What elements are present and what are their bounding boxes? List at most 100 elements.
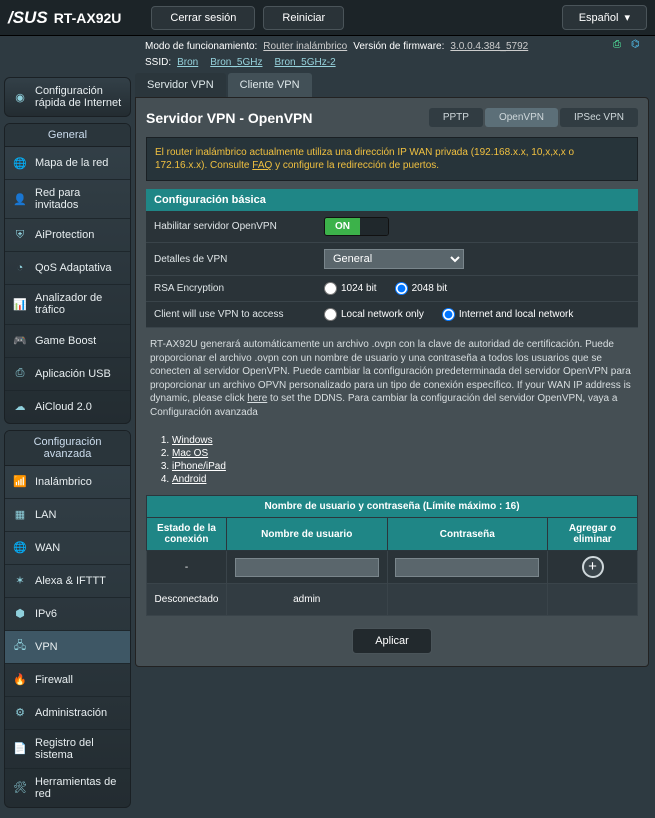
ptab-openvpn[interactable]: OpenVPN bbox=[485, 108, 558, 127]
lan-icon: ▦ bbox=[11, 506, 29, 524]
sidebar: ◉ Configuración rápida de Internet Gener… bbox=[0, 73, 135, 818]
globe-speed-icon: ◉ bbox=[11, 88, 29, 106]
person-icon: 👤 bbox=[11, 190, 29, 208]
ssid-1: Bron bbox=[177, 57, 198, 68]
log-icon: 📄 bbox=[11, 740, 29, 758]
chevron-down-icon: ▾ bbox=[624, 11, 630, 24]
reboot-button[interactable]: Reiniciar bbox=[263, 6, 344, 30]
add-user-button[interactable]: + bbox=[582, 556, 604, 578]
sidebar-item-ipv6[interactable]: ⬢IPv6 bbox=[5, 598, 130, 631]
chart-icon: 📊 bbox=[11, 295, 29, 313]
info-line-1: Modo de funcionamiento: Router inalámbri… bbox=[0, 36, 655, 56]
tab-vpn-server[interactable]: Servidor VPN bbox=[135, 73, 226, 97]
ssid-3: Bron_5GHz-2 bbox=[275, 57, 336, 68]
apply-button[interactable]: Aplicar bbox=[352, 628, 432, 654]
cloud-icon: ☁ bbox=[11, 398, 29, 416]
tools-icon: 🛠 bbox=[11, 779, 29, 797]
sidebar-head-advanced: Configuración avanzada bbox=[5, 431, 130, 466]
sidebar-item-quick-setup[interactable]: ◉ Configuración rápida de Internet bbox=[5, 78, 130, 116]
sidebar-head-general: General bbox=[5, 124, 130, 147]
col-username: Nombre de usuario bbox=[227, 518, 388, 551]
wifi-status-icon[interactable]: ⌬ bbox=[631, 39, 645, 53]
basic-config-header: Configuración básica bbox=[146, 189, 638, 211]
panel-title: Servidor VPN - OpenVPN bbox=[146, 110, 312, 126]
sidebar-item-wan[interactable]: 🌐WAN bbox=[5, 532, 130, 565]
os-link-android[interactable]: Android bbox=[172, 474, 206, 485]
tab-vpn-client[interactable]: Cliente VPN bbox=[228, 73, 312, 97]
wan-icon: 🌐 bbox=[11, 539, 29, 557]
sidebar-item-syslog[interactable]: 📄Registro del sistema bbox=[5, 730, 130, 769]
user-table-title: Nombre de usuario y contraseña (Límite m… bbox=[147, 496, 638, 518]
faq-link[interactable]: FAQ bbox=[252, 160, 272, 171]
os-list: Windows Mac OS iPhone/iPad Android bbox=[172, 435, 638, 485]
user-row-existing: Desconectado admin bbox=[147, 584, 638, 616]
user-table: Nombre de usuario y contraseña (Límite m… bbox=[146, 495, 638, 616]
sidebar-item-alexa-ifttt[interactable]: ✶Alexa & IFTTT bbox=[5, 565, 130, 598]
openvpn-enable-toggle[interactable]: ON bbox=[324, 217, 389, 236]
label-enable-openvpn: Habilitar servidor OpenVPN bbox=[146, 211, 316, 243]
sidebar-item-traffic-analyzer[interactable]: 📊Analizador de tráfico bbox=[5, 285, 130, 324]
rsa-1024-radio[interactable]: 1024 bit bbox=[324, 282, 377, 295]
vpn-panel: Servidor VPN - OpenVPN PPTP OpenVPN IPSe… bbox=[135, 97, 649, 667]
os-link-iphone[interactable]: iPhone/iPad bbox=[172, 461, 226, 472]
globe-icon: 🌐 bbox=[11, 154, 29, 172]
sidebar-item-admin[interactable]: ⚙Administración bbox=[5, 697, 130, 730]
rsa-2048-radio[interactable]: 2048 bit bbox=[395, 282, 448, 295]
sidebar-item-vpn[interactable]: 🖧VPN bbox=[5, 631, 130, 664]
top-bar: /SUS RT-AX92U Cerrar sesión Reiniciar Es… bbox=[0, 0, 655, 36]
col-action: Agregar o eliminar bbox=[548, 518, 638, 551]
model-name: RT-AX92U bbox=[54, 10, 122, 26]
vpn-details-select[interactable]: General bbox=[324, 249, 464, 269]
ptab-pptp[interactable]: PPTP bbox=[429, 108, 483, 127]
sidebar-item-usb-app[interactable]: ⎙Aplicación USB bbox=[5, 358, 130, 391]
os-link-macos[interactable]: Mac OS bbox=[172, 448, 208, 459]
sidebar-item-network-tools[interactable]: 🛠Herramientas de red bbox=[5, 769, 130, 807]
os-link-windows[interactable]: Windows bbox=[172, 435, 213, 446]
gear-icon: ⚙ bbox=[11, 704, 29, 722]
sidebar-item-qos[interactable]: ◔QoS Adaptativa bbox=[5, 252, 130, 285]
openvpn-description: RT-AX92U generará automáticamente un arc… bbox=[146, 328, 638, 429]
ptab-ipsec[interactable]: IPSec VPN bbox=[560, 108, 638, 127]
sidebar-item-guest-network[interactable]: 👤Red para invitados bbox=[5, 180, 130, 219]
sidebar-item-firewall[interactable]: 🔥Firewall bbox=[5, 664, 130, 697]
label-rsa-encryption: RSA Encryption bbox=[146, 276, 316, 302]
sidebar-item-aicloud[interactable]: ☁AiCloud 2.0 bbox=[5, 391, 130, 423]
brand-logo: /SUS bbox=[8, 8, 48, 28]
ssid-2: Bron_5GHz bbox=[210, 57, 262, 68]
firewall-icon: 🔥 bbox=[11, 671, 29, 689]
sidebar-item-aiprotection[interactable]: ⛨AiProtection bbox=[5, 219, 130, 252]
gauge-icon: ◔ bbox=[11, 259, 29, 277]
sidebar-item-game-boost[interactable]: 🎮Game Boost bbox=[5, 325, 130, 358]
sidebar-item-wireless[interactable]: 📶Inalámbrico bbox=[5, 466, 130, 499]
new-password-input[interactable] bbox=[395, 558, 539, 577]
new-username-input[interactable] bbox=[235, 558, 379, 577]
star-icon: ✶ bbox=[11, 572, 29, 590]
usb-status-icon[interactable]: ⎙ bbox=[613, 39, 627, 53]
shield-icon: ⛨ bbox=[11, 226, 29, 244]
logout-button[interactable]: Cerrar sesión bbox=[151, 6, 255, 30]
label-vpn-details: Detalles de VPN bbox=[146, 243, 316, 276]
gamepad-icon: 🎮 bbox=[11, 332, 29, 350]
content: Servidor VPN Cliente VPN Servidor VPN - … bbox=[135, 73, 655, 818]
ddns-here-link[interactable]: here bbox=[247, 393, 267, 404]
access-both-radio[interactable]: Internet and local network bbox=[442, 308, 574, 321]
ipv6-icon: ⬢ bbox=[11, 605, 29, 623]
info-line-2: SSID: Bron Bron_5GHz Bron_5GHz-2 bbox=[0, 56, 655, 73]
label-client-access: Client will use VPN to access bbox=[146, 302, 316, 328]
usb-icon: ⎙ bbox=[11, 365, 29, 383]
operation-mode-link[interactable]: Router inalámbrico bbox=[263, 41, 347, 52]
basic-config-table: Habilitar servidor OpenVPN ON Detalles d… bbox=[146, 211, 638, 328]
protocol-tabs: PPTP OpenVPN IPSec VPN bbox=[429, 108, 638, 127]
user-row-new: - + bbox=[147, 551, 638, 584]
access-local-radio[interactable]: Local network only bbox=[324, 308, 424, 321]
col-status: Estado de la conexión bbox=[147, 518, 227, 551]
sidebar-item-network-map[interactable]: 🌐Mapa de la red bbox=[5, 147, 130, 180]
wan-private-warning: El router inalámbrico actualmente utiliz… bbox=[146, 137, 638, 181]
vpn-icon: 🖧 bbox=[11, 638, 29, 656]
language-label: Español bbox=[579, 12, 619, 24]
sidebar-item-lan[interactable]: ▦LAN bbox=[5, 499, 130, 532]
language-dropdown[interactable]: Español ▾ bbox=[562, 5, 647, 30]
col-password: Contraseña bbox=[387, 518, 548, 551]
wifi-icon: 📶 bbox=[11, 473, 29, 491]
firmware-link[interactable]: 3.0.0.4.384_5792 bbox=[450, 41, 528, 52]
